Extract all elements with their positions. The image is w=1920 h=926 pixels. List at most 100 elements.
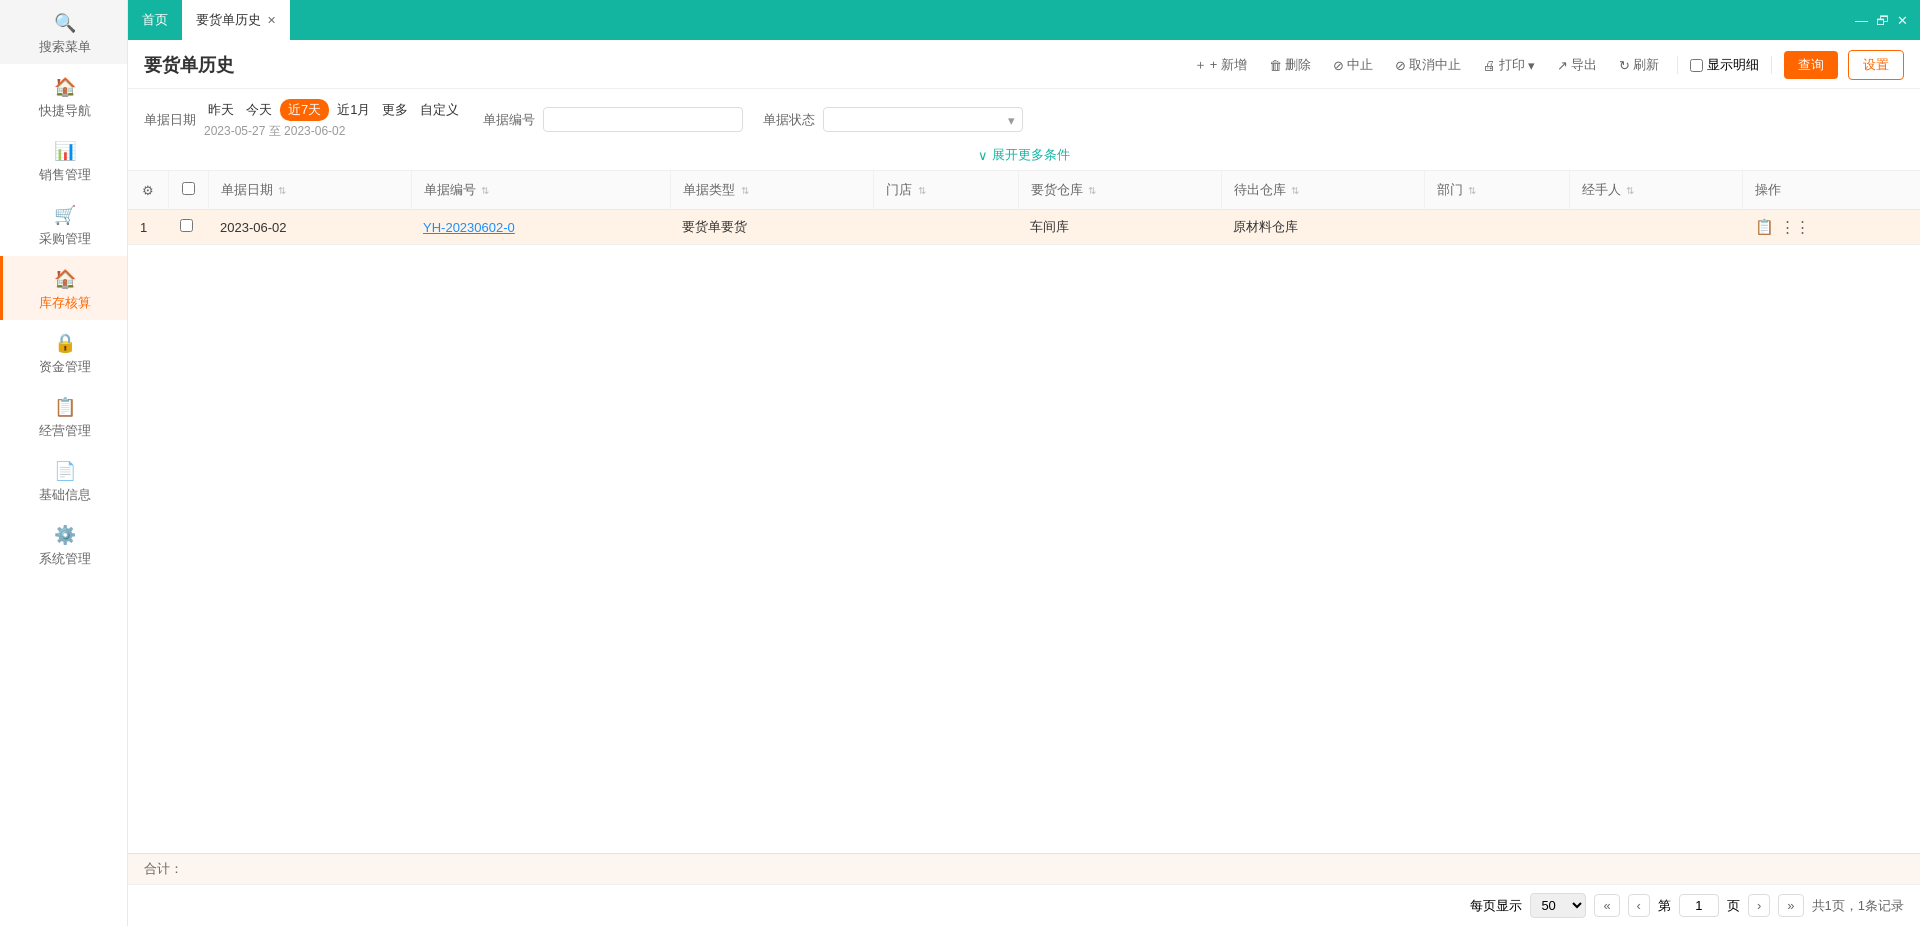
sort-store-icon[interactable]: ⇅ (918, 185, 926, 196)
window-restore-button[interactable]: 🗗 (1876, 13, 1889, 28)
th-department: 部门 ⇅ (1424, 171, 1569, 210)
sidebar-item-label: 系统管理 (39, 550, 91, 568)
refresh-button[interactable]: ↻ 刷新 (1613, 52, 1665, 78)
expand-more-label: 展开更多条件 (992, 146, 1070, 164)
page-header: 要货单历史 ＋ + 新增 🗑 删除 ⊘ 中止 ⊘ 取消中止 (128, 40, 1920, 89)
th-pending-warehouse: 待出仓库 ⇅ (1221, 171, 1424, 210)
sidebar-item-inventory[interactable]: 🏠 库存核算 (0, 256, 127, 320)
display-detail-label: 显示明细 (1707, 56, 1759, 74)
cell-pending-warehouse: 原材料仓库 (1221, 210, 1424, 245)
sidebar-item-finance[interactable]: 🔒 资金管理 (0, 320, 127, 384)
docno-input[interactable] (543, 107, 743, 132)
sort-req-warehouse-icon[interactable]: ⇅ (1088, 185, 1096, 196)
settings-button[interactable]: 设置 (1848, 50, 1904, 80)
th-settings[interactable]: ⚙ (128, 171, 168, 210)
tab-requisition-history[interactable]: 要货单历史 ✕ (182, 0, 290, 40)
delete-button[interactable]: 🗑 删除 (1263, 52, 1317, 78)
print-button[interactable]: 🖨 打印 ▾ (1477, 52, 1541, 78)
shortcut-1month[interactable]: 近1月 (333, 99, 374, 121)
cell-department (1424, 210, 1569, 245)
tab-home-label: 首页 (142, 11, 168, 29)
cell-action: 📋 ⋮⋮ (1743, 210, 1920, 245)
page-content: 要货单历史 ＋ + 新增 🗑 删除 ⊘ 中止 ⊘ 取消中止 (128, 40, 1920, 926)
window-close-button[interactable]: ✕ (1897, 13, 1908, 28)
sidebar-item-basic[interactable]: 📄 基础信息 (0, 448, 127, 512)
shortcut-7days[interactable]: 近7天 (280, 99, 329, 121)
sidebar-item-search[interactable]: 🔍 搜索菜单 (0, 0, 127, 64)
tab-home[interactable]: 首页 (128, 0, 182, 40)
cell-doctype: 要货单要货 (670, 210, 873, 245)
shortcut-today[interactable]: 今天 (242, 99, 276, 121)
shortcut-custom[interactable]: 自定义 (416, 99, 463, 121)
cell-docno[interactable]: YH-20230602-0 (411, 210, 670, 245)
date-shortcuts: 昨天 今天 近7天 近1月 更多 自定义 2023-05-27 至 2023-0… (204, 99, 463, 140)
shortcut-yesterday[interactable]: 昨天 (204, 99, 238, 121)
sidebar-item-sales[interactable]: 📊 销售管理 (0, 128, 127, 192)
cancel-stop-button[interactable]: ⊘ 取消中止 (1389, 52, 1467, 78)
expand-more-button[interactable]: ∨ 展开更多条件 (144, 146, 1904, 164)
page-input[interactable] (1679, 894, 1719, 917)
table-row[interactable]: 1 2023-06-02 YH-20230602-0 要货单要货 车间库 原材料… (128, 210, 1920, 245)
sort-handler-icon[interactable]: ⇅ (1626, 185, 1634, 196)
settings-col-icon[interactable]: ⚙ (142, 183, 154, 198)
pagination-bar: 每页显示 50 10 20 100 « ‹ 第 页 › » 共1页，1条记录 (128, 884, 1920, 926)
sidebar-item-label: 搜索菜单 (39, 38, 91, 56)
action-view-icon[interactable]: 📋 (1755, 218, 1774, 236)
export-icon: ↗ (1557, 58, 1568, 73)
query-button[interactable]: 查询 (1784, 51, 1838, 79)
select-all-checkbox[interactable] (182, 182, 195, 195)
top-bar: 首页 要货单历史 ✕ — 🗗 ✕ (128, 0, 1920, 40)
filter-row: 单据日期 昨天 今天 近7天 近1月 更多 自定义 2023-05-27 至 2… (144, 99, 1904, 140)
sort-date-icon[interactable]: ⇅ (278, 185, 286, 196)
per-page-label: 每页显示 (1470, 897, 1522, 915)
row-checkbox[interactable] (180, 219, 193, 232)
toolbar-divider (1677, 56, 1678, 74)
cancel-stop-icon: ⊘ (1395, 58, 1406, 73)
display-detail-toggle[interactable]: 显示明细 (1690, 56, 1759, 74)
clipboard-icon: 📋 (54, 396, 76, 418)
lock-icon: 🔒 (54, 332, 76, 354)
first-page-button[interactable]: « (1594, 894, 1619, 917)
sort-pending-warehouse-icon[interactable]: ⇅ (1291, 185, 1299, 196)
next-page-button[interactable]: › (1748, 894, 1770, 917)
per-page-select[interactable]: 50 10 20 100 (1530, 893, 1586, 918)
action-more-icon[interactable]: ⋮⋮ (1780, 218, 1810, 236)
gear-icon: ⚙️ (54, 524, 76, 546)
th-checkbox[interactable] (168, 171, 208, 210)
page-title: 要货单历史 (144, 53, 234, 77)
stop-label: 中止 (1347, 56, 1373, 74)
th-handler: 经手人 ⇅ (1569, 171, 1743, 210)
cell-checkbox[interactable] (168, 210, 208, 245)
print-dropdown-icon[interactable]: ▾ (1528, 58, 1535, 73)
export-button[interactable]: ↗ 导出 (1551, 52, 1603, 78)
top-bar-right: — 🗗 ✕ (1855, 13, 1920, 28)
sidebar-item-purchase[interactable]: 🛒 采购管理 (0, 192, 127, 256)
sort-docno-icon[interactable]: ⇅ (481, 185, 489, 196)
toolbar: ＋ + 新增 🗑 删除 ⊘ 中止 ⊘ 取消中止 🖨 打印 (1188, 50, 1904, 80)
last-page-button[interactable]: » (1778, 894, 1803, 917)
print-icon: 🖨 (1483, 58, 1496, 73)
status-select[interactable] (823, 107, 1023, 132)
display-detail-checkbox[interactable] (1690, 59, 1703, 72)
query-label: 查询 (1798, 56, 1824, 74)
new-label: + 新增 (1210, 56, 1247, 74)
docno-link[interactable]: YH-20230602-0 (423, 220, 515, 235)
sidebar-item-operation[interactable]: 📋 经营管理 (0, 384, 127, 448)
sort-doctype-icon[interactable]: ⇅ (741, 185, 749, 196)
sidebar-item-label: 资金管理 (39, 358, 91, 376)
sidebar-item-system[interactable]: ⚙️ 系统管理 (0, 512, 127, 576)
tab-close-icon[interactable]: ✕ (267, 14, 276, 27)
stop-button[interactable]: ⊘ 中止 (1327, 52, 1379, 78)
prev-page-button[interactable]: ‹ (1628, 894, 1650, 917)
sidebar-item-shortcut[interactable]: 🏠 快捷导航 (0, 64, 127, 128)
window-minimize-button[interactable]: — (1855, 13, 1868, 28)
delete-label: 删除 (1285, 56, 1311, 74)
search-icon: 🔍 (54, 12, 76, 34)
sort-department-icon[interactable]: ⇅ (1468, 185, 1476, 196)
shortcut-more[interactable]: 更多 (378, 99, 412, 121)
new-button[interactable]: ＋ + 新增 (1188, 52, 1253, 78)
plus-icon: ＋ (1194, 56, 1207, 74)
print-label: 打印 (1499, 56, 1525, 74)
sidebar-item-label: 快捷导航 (39, 102, 91, 120)
document-icon: 📄 (54, 460, 76, 482)
